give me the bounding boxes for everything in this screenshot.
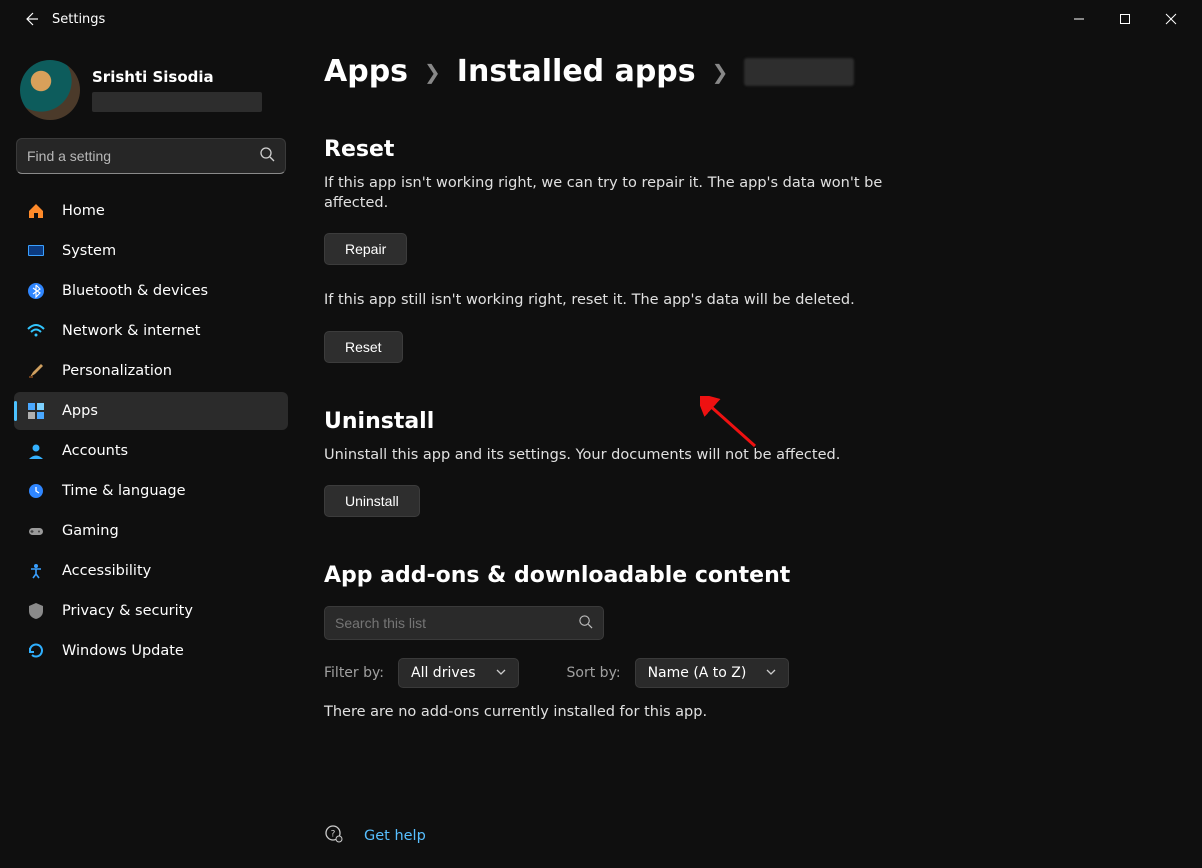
nav-item-accounts[interactable]: Accounts [14, 432, 288, 470]
shield-icon [26, 601, 46, 621]
nav-item-home[interactable]: Home [14, 192, 288, 230]
addons-search[interactable] [324, 606, 604, 640]
avatar [20, 60, 80, 120]
filter-label: Filter by: [324, 665, 384, 681]
sort-label: Sort by: [567, 665, 621, 681]
chevron-down-icon [766, 665, 776, 681]
back-icon[interactable] [22, 10, 40, 28]
nav-item-privacy[interactable]: Privacy & security [14, 592, 288, 630]
minimize-button[interactable] [1056, 3, 1102, 35]
nav-label: Home [62, 203, 105, 219]
settings-search[interactable] [16, 138, 286, 174]
sidebar: Srishti Sisodia Home System Bluetooth & … [0, 38, 300, 868]
nav-item-gaming[interactable]: Gaming [14, 512, 288, 550]
filter-value: All drives [411, 665, 476, 681]
nav-item-personalization[interactable]: Personalization [14, 352, 288, 390]
search-icon [259, 146, 275, 166]
maximize-button[interactable] [1102, 3, 1148, 35]
clock-icon [26, 481, 46, 501]
nav-label: Windows Update [62, 643, 184, 659]
reset-button[interactable]: Reset [324, 331, 403, 363]
close-button[interactable] [1148, 3, 1194, 35]
addons-empty-message: There are no add-ons currently installed… [324, 704, 1162, 720]
nav-label: Accounts [62, 443, 128, 459]
brush-icon [26, 361, 46, 381]
nav-item-accessibility[interactable]: Accessibility [14, 552, 288, 590]
nav-label: Apps [62, 403, 98, 419]
nav-label: Accessibility [62, 563, 151, 579]
window-title: Settings [52, 12, 105, 27]
search-input[interactable] [27, 148, 259, 164]
nav-item-bluetooth[interactable]: Bluetooth & devices [14, 272, 288, 310]
nav-label: Bluetooth & devices [62, 283, 208, 299]
home-icon [26, 201, 46, 221]
nav-item-update[interactable]: Windows Update [14, 632, 288, 670]
accessibility-icon [26, 561, 46, 581]
chevron-down-icon [496, 665, 506, 681]
titlebar: Settings [0, 0, 1202, 38]
uninstall-description: Uninstall this app and its settings. You… [324, 446, 884, 466]
nav-label: Gaming [62, 523, 119, 539]
user-name: Srishti Sisodia [92, 68, 262, 86]
nav-item-apps[interactable]: Apps [14, 392, 288, 430]
crumb-app-redacted [744, 58, 854, 86]
system-icon [26, 241, 46, 261]
addons-heading: App add-ons & downloadable content [324, 563, 1162, 588]
reset-description: If this app still isn't working right, r… [324, 291, 884, 311]
nav-item-time[interactable]: Time & language [14, 472, 288, 510]
breadcrumb: Apps ❯ Installed apps ❯ [324, 54, 1162, 89]
person-icon [26, 441, 46, 461]
reset-heading: Reset [324, 137, 1162, 162]
bluetooth-icon [26, 281, 46, 301]
sort-value: Name (A to Z) [648, 665, 747, 681]
gaming-icon [26, 521, 46, 541]
user-email-redacted [92, 92, 262, 112]
filter-dropdown[interactable]: All drives [398, 658, 519, 688]
update-icon [26, 641, 46, 661]
nav-label: Personalization [62, 363, 172, 379]
nav-list: Home System Bluetooth & devices Network … [14, 192, 288, 670]
uninstall-button[interactable]: Uninstall [324, 485, 420, 517]
chevron-right-icon: ❯ [712, 60, 729, 84]
chevron-right-icon: ❯ [424, 60, 441, 84]
help-row: ? Get help [324, 824, 426, 848]
sort-dropdown[interactable]: Name (A to Z) [635, 658, 790, 688]
nav-item-network[interactable]: Network & internet [14, 312, 288, 350]
nav-label: Time & language [62, 483, 186, 499]
repair-description: If this app isn't working right, we can … [324, 174, 884, 213]
nav-item-system[interactable]: System [14, 232, 288, 270]
main-content: Apps ❯ Installed apps ❯ Reset If this ap… [300, 38, 1202, 868]
get-help-link[interactable]: Get help [364, 828, 426, 844]
uninstall-heading: Uninstall [324, 409, 1162, 434]
wifi-icon [26, 321, 46, 341]
nav-label: Network & internet [62, 323, 200, 339]
search-icon [578, 614, 593, 633]
addons-search-input[interactable] [335, 615, 578, 631]
crumb-installed-apps[interactable]: Installed apps [457, 54, 696, 89]
apps-icon [26, 401, 46, 421]
user-block[interactable]: Srishti Sisodia [14, 54, 288, 134]
svg-text:?: ? [331, 830, 336, 840]
help-icon: ? [324, 824, 344, 848]
nav-label: Privacy & security [62, 603, 193, 619]
crumb-apps[interactable]: Apps [324, 54, 408, 89]
nav-label: System [62, 243, 116, 259]
repair-button[interactable]: Repair [324, 233, 407, 265]
